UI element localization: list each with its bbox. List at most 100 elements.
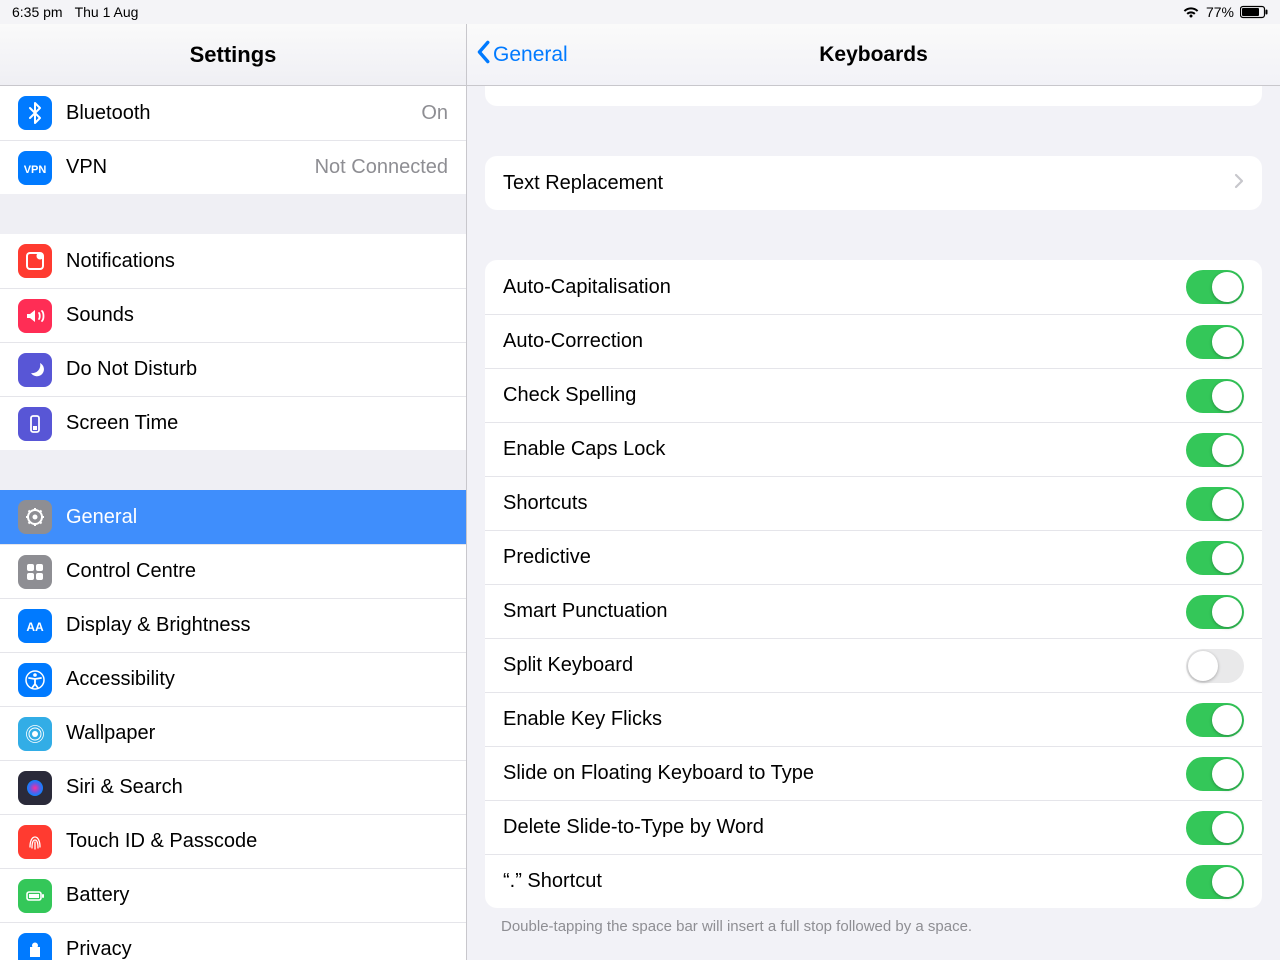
toggle-row-auto-capitalisation: Auto-Capitalisation	[485, 260, 1262, 314]
footer-note: Double-tapping the space bar will insert…	[467, 908, 1280, 935]
sidebar-item-label: Siri & Search	[66, 776, 448, 799]
toggle-switch[interactable]	[1186, 541, 1244, 575]
back-button[interactable]: General	[467, 40, 568, 70]
notifications-icon	[18, 244, 52, 278]
sidebar-item-label: Wallpaper	[66, 722, 448, 745]
toggle-switch[interactable]	[1186, 811, 1244, 845]
vpn-icon: VPN	[18, 151, 52, 185]
toggle-switch[interactable]	[1186, 703, 1244, 737]
keyboard-toggles-card: Auto-Capitalisation Auto-Correction Check …	[485, 260, 1262, 908]
toggle-row-delete-slide-to-type-by-word: Delete Slide-to-Type by Word	[485, 800, 1262, 854]
accessibility-icon	[18, 663, 52, 697]
toggle-switch[interactable]	[1186, 270, 1244, 304]
sidebar-item-notifications[interactable]: Notifications	[0, 234, 466, 288]
sidebar-item-value: On	[421, 102, 448, 125]
chevron-left-icon	[475, 40, 491, 70]
toggle-row-split-keyboard: Split Keyboard	[485, 638, 1262, 692]
toggle-label: Auto-Capitalisation	[503, 276, 1186, 299]
toggle-row-slide-on-floating-keyboard-to-type: Slide on Floating Keyboard to Type	[485, 746, 1262, 800]
sidebar-item-label: Touch ID & Passcode	[66, 830, 448, 853]
text-replacement-row[interactable]: Text Replacement	[485, 156, 1262, 210]
sidebar-item-bluetooth[interactable]: Bluetooth On	[0, 86, 466, 140]
toggle-label: Slide on Floating Keyboard to Type	[503, 762, 1186, 785]
page-title: Keyboards	[467, 43, 1280, 67]
toggle-row-shortcuts: Shortcuts	[485, 476, 1262, 530]
sidebar-item-label: Do Not Disturb	[66, 358, 448, 381]
toggle-row-enable-key-flicks: Enable Key Flicks	[485, 692, 1262, 746]
svg-text:VPN: VPN	[24, 164, 46, 176]
toggle-switch[interactable]	[1186, 325, 1244, 359]
status-bar: 6:35 pm Thu 1 Aug 77%	[0, 0, 1280, 24]
sidebar-title: Settings	[0, 24, 466, 86]
sidebar-item-label: Battery	[66, 884, 448, 907]
status-time: 6:35 pm	[12, 4, 63, 20]
toggle-label: Delete Slide-to-Type by Word	[503, 816, 1186, 839]
general-icon	[18, 500, 52, 534]
sidebar-item-control-centre[interactable]: Control Centre	[0, 544, 466, 598]
toggle-label: Split Keyboard	[503, 654, 1186, 677]
toggle-switch[interactable]	[1186, 379, 1244, 413]
status-date: Thu 1 Aug	[75, 4, 139, 20]
toggle-row-auto-correction: Auto-Correction	[485, 314, 1262, 368]
toggle-row-check-spelling: Check Spelling	[485, 368, 1262, 422]
detail-content[interactable]: Text Replacement Auto-CapitalisationAuto…	[467, 86, 1280, 960]
sidebar-item-siri-search[interactable]: Siri & Search	[0, 760, 466, 814]
toggle-label: Auto-Correction	[503, 330, 1186, 353]
sidebar-item-accessibility[interactable]: Accessibility	[0, 652, 466, 706]
text-replacement-card: Text Replacement	[485, 156, 1262, 210]
chevron-right-icon	[1234, 173, 1244, 194]
toggle-label: Smart Punctuation	[503, 600, 1186, 623]
dnd-icon	[18, 353, 52, 387]
toggle-label: “.” Shortcut	[503, 870, 1186, 893]
display-icon: AA	[18, 609, 52, 643]
toggle-switch[interactable]	[1186, 433, 1244, 467]
sidebar-item-wallpaper[interactable]: Wallpaper	[0, 706, 466, 760]
sidebar-item-label: VPN	[66, 156, 301, 179]
sidebar-item-touch-id-passcode[interactable]: Touch ID & Passcode	[0, 814, 466, 868]
sidebar-item-label: Privacy	[66, 938, 448, 960]
sidebar-group-system: General Control Centre AA Display & Brightn…	[0, 490, 466, 960]
wallpaper-icon	[18, 717, 52, 751]
toggle-label: Shortcuts	[503, 492, 1186, 515]
sidebar-item-label: Screen Time	[66, 412, 448, 435]
sidebar-item-sounds[interactable]: Sounds	[0, 288, 466, 342]
sidebar-item-screen-time[interactable]: Screen Time	[0, 396, 466, 450]
sidebar-group-notifications: Notifications Sounds Do Not Disturb Screen …	[0, 234, 466, 450]
toggle-switch[interactable]	[1186, 649, 1244, 683]
siri-icon	[18, 771, 52, 805]
sidebar-item-battery[interactable]: Battery	[0, 868, 466, 922]
bluetooth-icon	[18, 96, 52, 130]
toggle-row-smart-punctuation: Smart Punctuation	[485, 584, 1262, 638]
sidebar-item-label: Control Centre	[66, 560, 448, 583]
touchid-icon	[18, 825, 52, 859]
toggle-row-predictive: Predictive	[485, 530, 1262, 584]
sidebar-item-general[interactable]: General	[0, 490, 466, 544]
text-replacement-label: Text Replacement	[503, 172, 1234, 195]
toggle-switch[interactable]	[1186, 595, 1244, 629]
toggle-label: Enable Key Flicks	[503, 708, 1186, 731]
sidebar-item-label: Sounds	[66, 304, 448, 327]
toggle-label: Check Spelling	[503, 384, 1186, 407]
battery-icon	[18, 879, 52, 913]
status-battery-percent: 77%	[1206, 4, 1234, 20]
toggle-row--shortcut: “.” Shortcut	[485, 854, 1262, 908]
toggle-switch[interactable]	[1186, 865, 1244, 899]
sidebar-item-privacy[interactable]: Privacy	[0, 922, 466, 960]
settings-sidebar: Settings BluetoothOnVPNVPNNot Connected …	[0, 24, 467, 960]
toggle-switch[interactable]	[1186, 487, 1244, 521]
back-label: General	[493, 43, 568, 67]
sidebar-item-vpn[interactable]: VPN VPN Not Connected	[0, 140, 466, 194]
detail-pane: General Keyboards Text Replacement Auto-…	[467, 24, 1280, 960]
stub-card	[485, 86, 1262, 106]
sidebar-item-display-brightness[interactable]: AA Display & Brightness	[0, 598, 466, 652]
sounds-icon	[18, 299, 52, 333]
sidebar-item-label: Display & Brightness	[66, 614, 448, 637]
sidebar-item-label: Bluetooth	[66, 102, 407, 125]
toggle-label: Predictive	[503, 546, 1186, 569]
sidebar-item-value: Not Connected	[315, 156, 448, 179]
toggle-label: Enable Caps Lock	[503, 438, 1186, 461]
nav-bar: General Keyboards	[467, 24, 1280, 86]
toggle-switch[interactable]	[1186, 757, 1244, 791]
wifi-icon	[1182, 5, 1200, 19]
sidebar-item-do-not-disturb[interactable]: Do Not Disturb	[0, 342, 466, 396]
